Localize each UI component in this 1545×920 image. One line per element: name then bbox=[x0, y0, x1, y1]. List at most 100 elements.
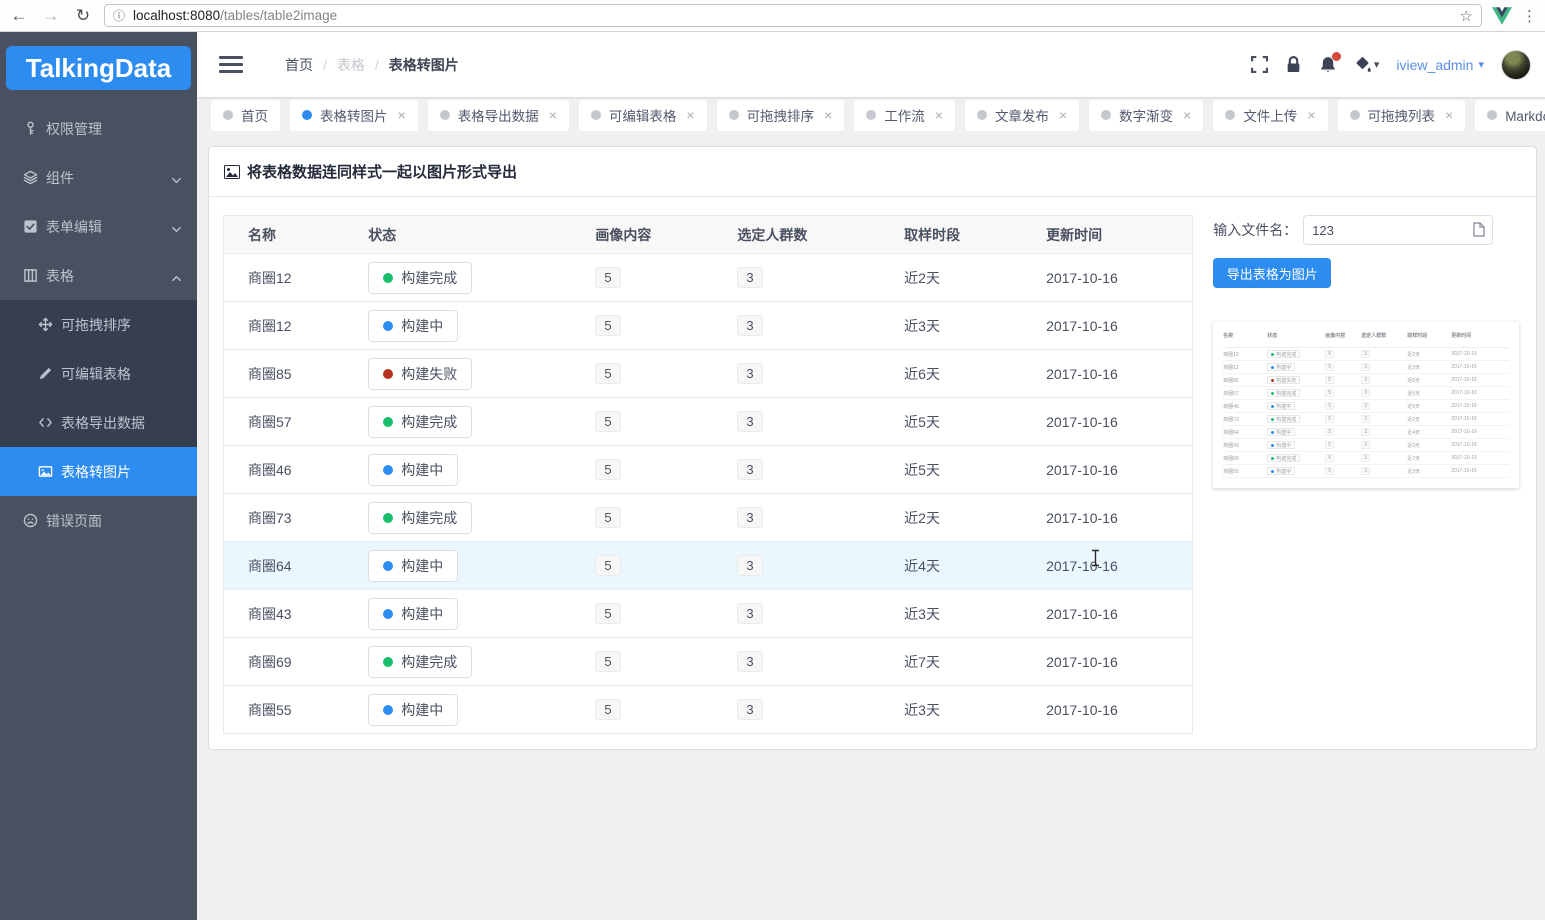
tab-close-icon[interactable]: × bbox=[686, 107, 694, 123]
preview-cell: 商圈85 bbox=[1223, 374, 1268, 387]
key-icon bbox=[22, 121, 38, 137]
preview-column-header: 选定人群数 bbox=[1361, 332, 1408, 348]
tab-close-icon[interactable]: × bbox=[549, 107, 557, 123]
sidebar-item-tables[interactable]: 表格 bbox=[0, 251, 197, 300]
tab-article-publish[interactable]: 文章发布 × bbox=[964, 99, 1080, 131]
vue-devtools-icon[interactable] bbox=[1492, 6, 1512, 25]
tab-drag-list[interactable]: 可拖拽列表 × bbox=[1337, 99, 1466, 131]
preview-cell: 3 bbox=[1361, 452, 1408, 465]
error-icon bbox=[22, 513, 38, 529]
browser-menu-icon[interactable]: ⋮ bbox=[1522, 7, 1537, 25]
sidebar-item-table2image[interactable]: 表格转图片 bbox=[0, 447, 197, 496]
status-badge[interactable]: 构建中 bbox=[368, 453, 459, 486]
tab-close-icon[interactable]: × bbox=[1307, 107, 1315, 123]
lock-icon[interactable] bbox=[1285, 56, 1302, 73]
sidebar-item-components[interactable]: 组件 bbox=[0, 153, 197, 202]
status-label: 构建中 bbox=[401, 701, 444, 718]
table-row[interactable]: 商圈64 构建中 5 3 近4天 2017-10-16 bbox=[223, 541, 1194, 590]
theme-switch-icon[interactable]: ▾ bbox=[1354, 56, 1379, 73]
export-panel: 输入文件名： 导出表格为图片 名称状态画像内容选定人群数取样时段更新时间商圈12… bbox=[1213, 215, 1522, 734]
status-badge[interactable]: 构建中 bbox=[368, 309, 459, 342]
preview-column-header: 更新时间 bbox=[1451, 332, 1510, 348]
filename-input[interactable] bbox=[1303, 215, 1494, 245]
card-body: 名称 状态 画像内容 选定人群数 取样时段 更新时间 商圈12 构建完成 5 3 近2天 2017-… bbox=[209, 197, 1536, 752]
status-badge[interactable]: 构建中 bbox=[368, 693, 459, 726]
status-badge[interactable]: 构建失败 bbox=[368, 357, 473, 390]
column-header: 画像内容 bbox=[571, 215, 714, 254]
status-badge[interactable]: 构建中 bbox=[368, 597, 459, 630]
preview-cell: 构建中 bbox=[1267, 361, 1326, 374]
column-header: 更新时间 bbox=[1022, 215, 1194, 254]
tab-close-icon[interactable]: × bbox=[935, 107, 943, 123]
tab-drag-sort[interactable]: 可拖拽排序 × bbox=[716, 99, 845, 131]
export-button[interactable]: 导出表格为图片 bbox=[1213, 258, 1332, 288]
tab-number-gradient[interactable]: 数字渐变 × bbox=[1089, 99, 1204, 131]
status-badge[interactable]: 构建完成 bbox=[368, 261, 473, 294]
refresh-icon[interactable]: ↻ bbox=[72, 7, 94, 24]
tab-label: 首页 bbox=[241, 109, 268, 124]
portrait-count-badge: 5 bbox=[595, 411, 621, 432]
topbar: 首页 / 表格 / 表格转图片 ▾ iview_admin ▾ bbox=[197, 32, 1545, 97]
breadcrumb: 首页 / 表格 / 表格转图片 bbox=[285, 55, 459, 75]
tab-table-export[interactable]: 表格导出数据 × bbox=[427, 99, 569, 131]
tab-editable-table[interactable]: 可编辑表格 × bbox=[578, 99, 707, 131]
bell-icon[interactable] bbox=[1319, 51, 1341, 74]
preview-cell: 2017-10-16 bbox=[1451, 452, 1510, 465]
forward-icon[interactable]: → bbox=[40, 7, 62, 24]
avatar[interactable] bbox=[1501, 49, 1531, 80]
url-bar[interactable]: ⓘ localhost:8080/tables/table2image ☆ bbox=[104, 4, 1482, 27]
tab-file-upload[interactable]: 文件上传 × bbox=[1213, 99, 1328, 131]
table-row[interactable]: 商圈12 构建完成 5 3 近2天 2017-10-16 bbox=[223, 253, 1194, 302]
portrait-count-badge: 5 bbox=[595, 267, 621, 288]
preview-cell: 构建完成 bbox=[1267, 452, 1326, 465]
bookmark-star-icon[interactable]: ☆ bbox=[1460, 7, 1473, 25]
tab-workflow[interactable]: 工作流 × bbox=[854, 99, 955, 131]
preview-cell: 构建失败 bbox=[1267, 374, 1326, 387]
table-row[interactable]: 商圈69 构建完成 5 3 近7天 2017-10-16 bbox=[223, 637, 1194, 686]
breadcrumb-home[interactable]: 首页 bbox=[285, 55, 313, 75]
status-badge[interactable]: 构建完成 bbox=[368, 405, 473, 438]
table-row[interactable]: 商圈55 构建中 5 3 近3天 2017-10-16 bbox=[223, 685, 1194, 734]
preview-cell: 构建完成 bbox=[1267, 348, 1326, 361]
tab-close-icon[interactable]: × bbox=[398, 107, 406, 123]
table-row[interactable]: 商圈57 构建完成 5 3 近5天 2017-10-16 bbox=[223, 397, 1194, 446]
status-badge[interactable]: 构建中 bbox=[368, 549, 459, 582]
cell-updated: 2017-10-16 bbox=[1022, 637, 1194, 686]
page-info-icon[interactable]: ⓘ bbox=[113, 7, 125, 24]
user-menu[interactable]: iview_admin ▾ bbox=[1396, 57, 1484, 73]
table-row[interactable]: 商圈85 构建失败 5 3 近6天 2017-10-16 bbox=[223, 349, 1194, 398]
sidebar-item-permission[interactable]: 权限管理 bbox=[0, 104, 197, 153]
sidebar-item-editable-table[interactable]: 可编辑表格 bbox=[0, 349, 197, 398]
preview-cell: 构建完成 bbox=[1267, 387, 1326, 400]
preview-cell: 5 bbox=[1325, 361, 1362, 374]
tab-close-icon[interactable]: × bbox=[1183, 107, 1191, 123]
table-row[interactable]: 商圈46 构建中 5 3 近5天 2017-10-16 bbox=[223, 445, 1194, 494]
fullscreen-icon[interactable] bbox=[1250, 56, 1268, 73]
hamburger-menu-icon[interactable] bbox=[219, 52, 243, 77]
tab-status-dot bbox=[1349, 110, 1360, 120]
sidebar-item-error-page[interactable]: 错误页面 bbox=[0, 496, 197, 545]
tab-status-dot bbox=[223, 110, 233, 120]
table-row[interactable]: 商圈43 构建中 5 3 近3天 2017-10-16 bbox=[223, 589, 1194, 638]
tab-close-icon[interactable]: × bbox=[1059, 107, 1067, 123]
table-preview-image: 名称 状态 画像内容 选定人群数 取样时段 更新时间 商圈12 构建完成 5 3 近2天 2017-1… bbox=[1213, 322, 1520, 488]
preview-cell: 近2天 bbox=[1407, 348, 1452, 361]
people-count-badge: 3 bbox=[737, 411, 763, 432]
tab-markdown-editor[interactable]: Markdown编辑器× bbox=[1475, 99, 1545, 131]
table-row[interactable]: 商圈73 构建完成 5 3 近2天 2017-10-16 bbox=[223, 493, 1194, 542]
status-badge[interactable]: 构建完成 bbox=[368, 645, 473, 678]
tab-table2image[interactable]: 表格转图片 × bbox=[290, 99, 418, 131]
image-icon bbox=[38, 464, 53, 479]
back-icon[interactable]: ← bbox=[8, 7, 30, 24]
portrait-count-badge: 5 bbox=[595, 507, 621, 528]
table-row[interactable]: 商圈12 构建中 5 3 近3天 2017-10-16 bbox=[223, 301, 1194, 350]
tab-close-icon[interactable]: × bbox=[1445, 107, 1453, 123]
tab-close-icon[interactable]: × bbox=[824, 107, 832, 123]
sidebar-item-drag-sort[interactable]: 可拖拽排序 bbox=[0, 300, 197, 349]
sidebar-item-form-edit[interactable]: 表单编辑 bbox=[0, 202, 197, 251]
status-badge[interactable]: 构建完成 bbox=[368, 501, 473, 534]
status-dot-icon bbox=[383, 416, 394, 427]
tab-home[interactable]: 首页 bbox=[211, 99, 280, 131]
preview-column-header: 画像内容 bbox=[1325, 332, 1362, 348]
sidebar-item-table-export[interactable]: 表格导出数据 bbox=[0, 398, 197, 447]
